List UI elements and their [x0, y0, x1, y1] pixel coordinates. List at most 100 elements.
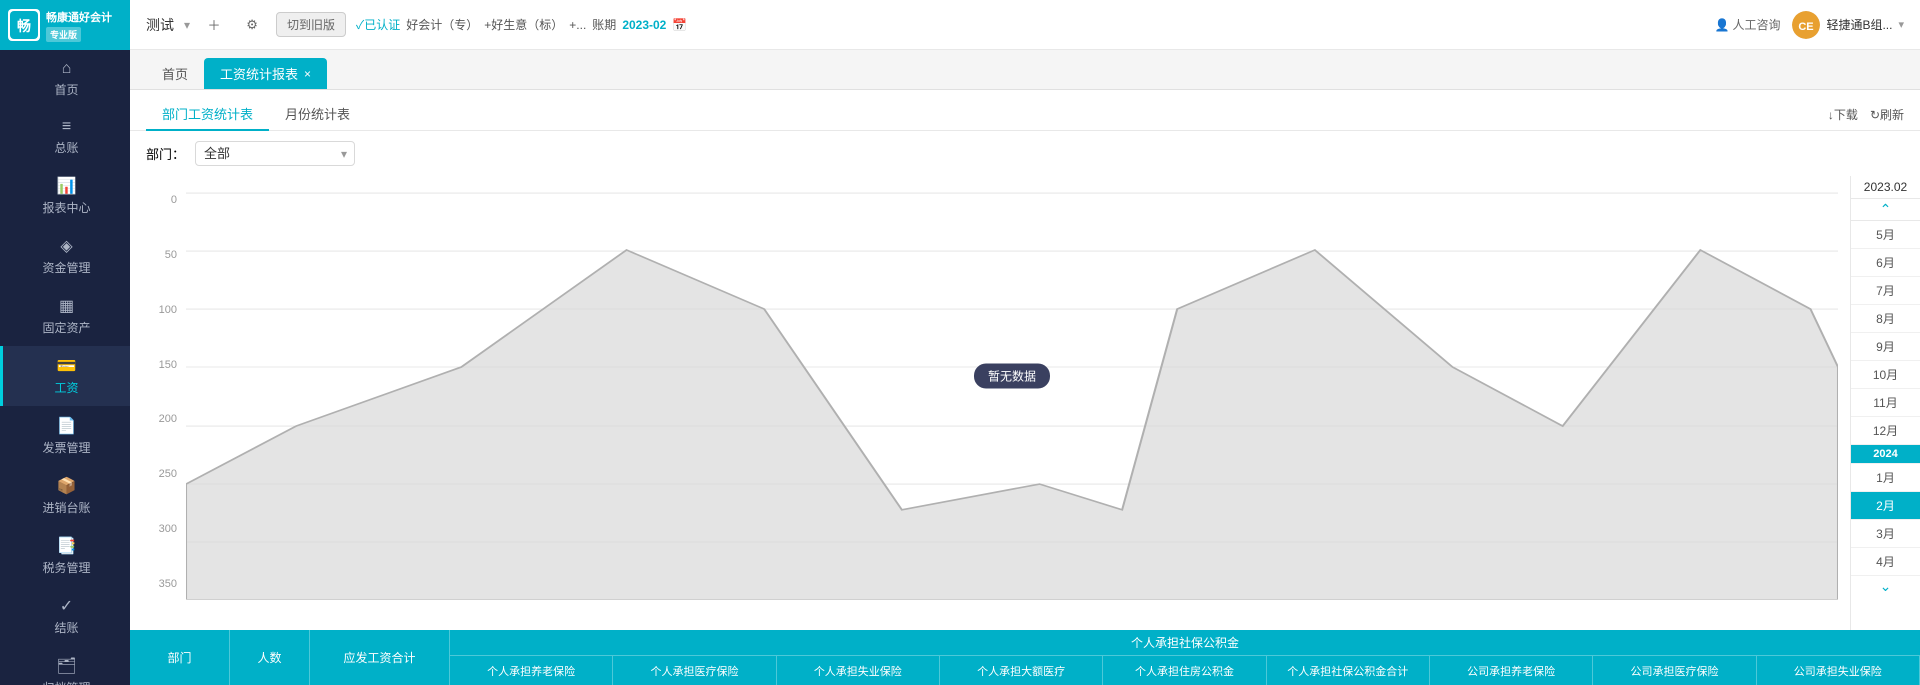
archive-icon: 🗂	[56, 656, 76, 676]
switch-old-btn[interactable]: 切到旧版	[276, 12, 346, 37]
month-item-7[interactable]: 7月	[1851, 277, 1920, 305]
svg-text:CE: CE	[1799, 21, 1814, 33]
sales-icon: 📦	[57, 476, 77, 496]
dept-select[interactable]: 全部	[195, 141, 355, 166]
year-2024-label: 2024	[1851, 445, 1920, 464]
sidebar-nav: ⌂ 首页 ≡ 总账 📊 报表中心 ◈ 资金管理 ▦ 固定资产 💳 工资 📄 发票…	[0, 50, 130, 685]
salary-icon: 💳	[57, 356, 77, 376]
th-company-pension: 公司承担养老保险	[1430, 656, 1593, 685]
chart-container: 350 300 250 200 150 100 50 0	[146, 184, 1842, 630]
date-panel-months-2024: 1月 2月 3月 4月	[1851, 464, 1920, 576]
month-item-2024-3[interactable]: 3月	[1851, 520, 1920, 548]
sidebar-item-report[interactable]: 📊 报表中心	[0, 166, 130, 226]
th-count: 人数	[230, 630, 310, 685]
month-item-9[interactable]: 9月	[1851, 333, 1920, 361]
dept-select-wrapper: 全部	[195, 141, 355, 166]
download-btn[interactable]: ↓下载	[1828, 106, 1858, 123]
sidebar: 畅 畅康通好会计 专业版 ⌂ 首页 ≡ 总账 📊 报表中心 ◈ 资金管理 ▦ 固…	[0, 0, 130, 685]
sidebar-item-invoice[interactable]: 📄 发票管理	[0, 406, 130, 466]
calendar-icon[interactable]: 📅	[672, 18, 687, 32]
th-personal-total: 个人承担社保公积金合计	[1267, 656, 1430, 685]
month-item-5[interactable]: 5月	[1851, 221, 1920, 249]
th-group-label: 个人承担社保公积金	[450, 630, 1920, 656]
date-panel-nav-down: ⌄	[1851, 576, 1920, 597]
consult-icon: 👤	[1714, 18, 1729, 32]
chart-svg	[186, 192, 1838, 600]
topbar-badges: ✓已认证 好会计（专） +好生意（标） +... 账期 2023-02 📅	[356, 16, 687, 33]
th-company-medical: 公司承担医疗保险	[1593, 656, 1756, 685]
date-panel-nav-up: ⌃	[1851, 199, 1920, 221]
sidebar-item-salary[interactable]: 💳 工资	[0, 346, 130, 406]
sidebar-item-label: 归档管理	[42, 679, 90, 685]
tab-close-btn[interactable]: ×	[304, 67, 311, 81]
tab-salary-label: 工资统计报表	[220, 64, 298, 83]
svg-text:畅: 畅	[17, 18, 31, 34]
sidebar-item-settle[interactable]: ✓ 结账	[0, 586, 130, 646]
th-total-salary: 应发工资合计	[310, 630, 450, 685]
consult-btn[interactable]: 👤 人工咨询	[1714, 16, 1780, 33]
refresh-btn[interactable]: ↻刷新	[1870, 106, 1904, 123]
month-item-6[interactable]: 6月	[1851, 249, 1920, 277]
th-personal-big-medical: 个人承担大额医疗	[940, 656, 1103, 685]
period-label: 账期	[592, 16, 616, 33]
month-item-10[interactable]: 10月	[1851, 361, 1920, 389]
topbar-dropdown-arrow[interactable]: ▾	[184, 18, 190, 32]
sidebar-item-label: 结账	[54, 619, 78, 636]
logo-title: 畅康通好会计	[46, 9, 112, 25]
good-business-badge: +好生意（标）	[484, 16, 563, 33]
sidebar-item-ledger[interactable]: ≡ 总账	[0, 108, 130, 166]
sub-tab-monthly[interactable]: 月份统计表	[269, 98, 366, 131]
date-nav-down-btn[interactable]: ⌄	[1880, 578, 1892, 595]
logo-badge: 专业版	[46, 27, 81, 42]
sidebar-item-sales[interactable]: 📦 进销台账	[0, 466, 130, 526]
month-item-2024-1[interactable]: 1月	[1851, 464, 1920, 492]
topbar: 测试 ▾ ＋ ⚙ 切到旧版 ✓已认证 好会计（专） +好生意（标） +... 账…	[130, 0, 1920, 50]
tab-home[interactable]: 首页	[146, 58, 204, 89]
user-name: 轻捷通B组...	[1826, 16, 1892, 33]
period-value: 2023-02	[622, 18, 666, 32]
sidebar-item-label: 报表中心	[42, 199, 90, 216]
good-account-badge: 好会计（专）	[406, 16, 478, 33]
topbar-settings-btn[interactable]: ⚙	[238, 11, 266, 39]
sidebar-item-label: 固定资产	[42, 319, 90, 336]
sidebar-item-assets[interactable]: ▦ 固定资产	[0, 286, 130, 346]
month-item-11[interactable]: 11月	[1851, 389, 1920, 417]
tax-icon: 📑	[57, 536, 77, 556]
month-item-8[interactable]: 8月	[1851, 305, 1920, 333]
main-area: 测试 ▾ ＋ ⚙ 切到旧版 ✓已认证 好会计（专） +好生意（标） +... 账…	[130, 0, 1920, 685]
sub-tabs: 部门工资统计表 月份统计表 ↓下载 ↻刷新	[130, 90, 1920, 131]
th-personal-medical: 个人承担医疗保险	[613, 656, 776, 685]
topbar-right: 👤 人工咨询 CE 轻捷通B组... ▾	[1714, 11, 1904, 39]
th-dept: 部门	[130, 630, 230, 685]
sidebar-item-home[interactable]: ⌂ 首页	[0, 50, 130, 108]
th-personal-housing: 个人承担住房公积金	[1103, 656, 1266, 685]
topbar-add-btn[interactable]: ＋	[200, 11, 228, 39]
report-icon: 📊	[57, 176, 77, 196]
sidebar-item-label: 发票管理	[42, 439, 90, 456]
invoice-icon: 📄	[57, 416, 77, 436]
sidebar-item-label: 总账	[54, 139, 78, 156]
month-item-12[interactable]: 12月	[1851, 417, 1920, 445]
tab-salary-report[interactable]: 工资统计报表 ×	[204, 58, 327, 89]
assets-icon: ▦	[59, 296, 74, 316]
y-axis-labels: 350 300 250 200 150 100 50 0	[146, 194, 181, 590]
month-item-2024-4[interactable]: 4月	[1851, 548, 1920, 576]
table-header: 部门 人数 应发工资合计 个人承担社保公积金 个人承担养老保险 个人承担医疗保险…	[130, 630, 1920, 685]
chart-area: 350 300 250 200 150 100 50 0	[130, 176, 1850, 630]
month-item-2024-2[interactable]: 2月	[1851, 492, 1920, 520]
sidebar-item-archive[interactable]: 🗂 归档管理	[0, 646, 130, 685]
sidebar-item-fund[interactable]: ◈ 资金管理	[0, 226, 130, 286]
sidebar-item-tax[interactable]: 📑 税务管理	[0, 526, 130, 586]
sidebar-item-label: 首页	[54, 81, 78, 98]
chart-date-row: 350 300 250 200 150 100 50 0	[130, 176, 1920, 630]
sub-tab-department[interactable]: 部门工资统计表	[146, 98, 269, 131]
date-nav-up-btn[interactable]: ⌃	[1880, 201, 1892, 218]
th-group-personal: 个人承担社保公积金 个人承担养老保险 个人承担医疗保险 个人承担失业保险 个人承…	[450, 630, 1920, 685]
sidebar-item-label: 工资	[54, 379, 78, 396]
logo-icon: 畅	[8, 9, 40, 41]
user-info[interactable]: CE 轻捷通B组... ▾	[1792, 11, 1904, 39]
date-year-display[interactable]: 2023.02	[1851, 176, 1920, 199]
content-area: 部门工资统计表 月份统计表 ↓下载 ↻刷新 部门： 全部	[130, 90, 1920, 685]
th-group-cells: 个人承担养老保险 个人承担医疗保险 个人承担失业保险 个人承担大额医疗 个人承担…	[450, 656, 1920, 685]
chart-svg-container: 暂无数据	[186, 192, 1838, 600]
